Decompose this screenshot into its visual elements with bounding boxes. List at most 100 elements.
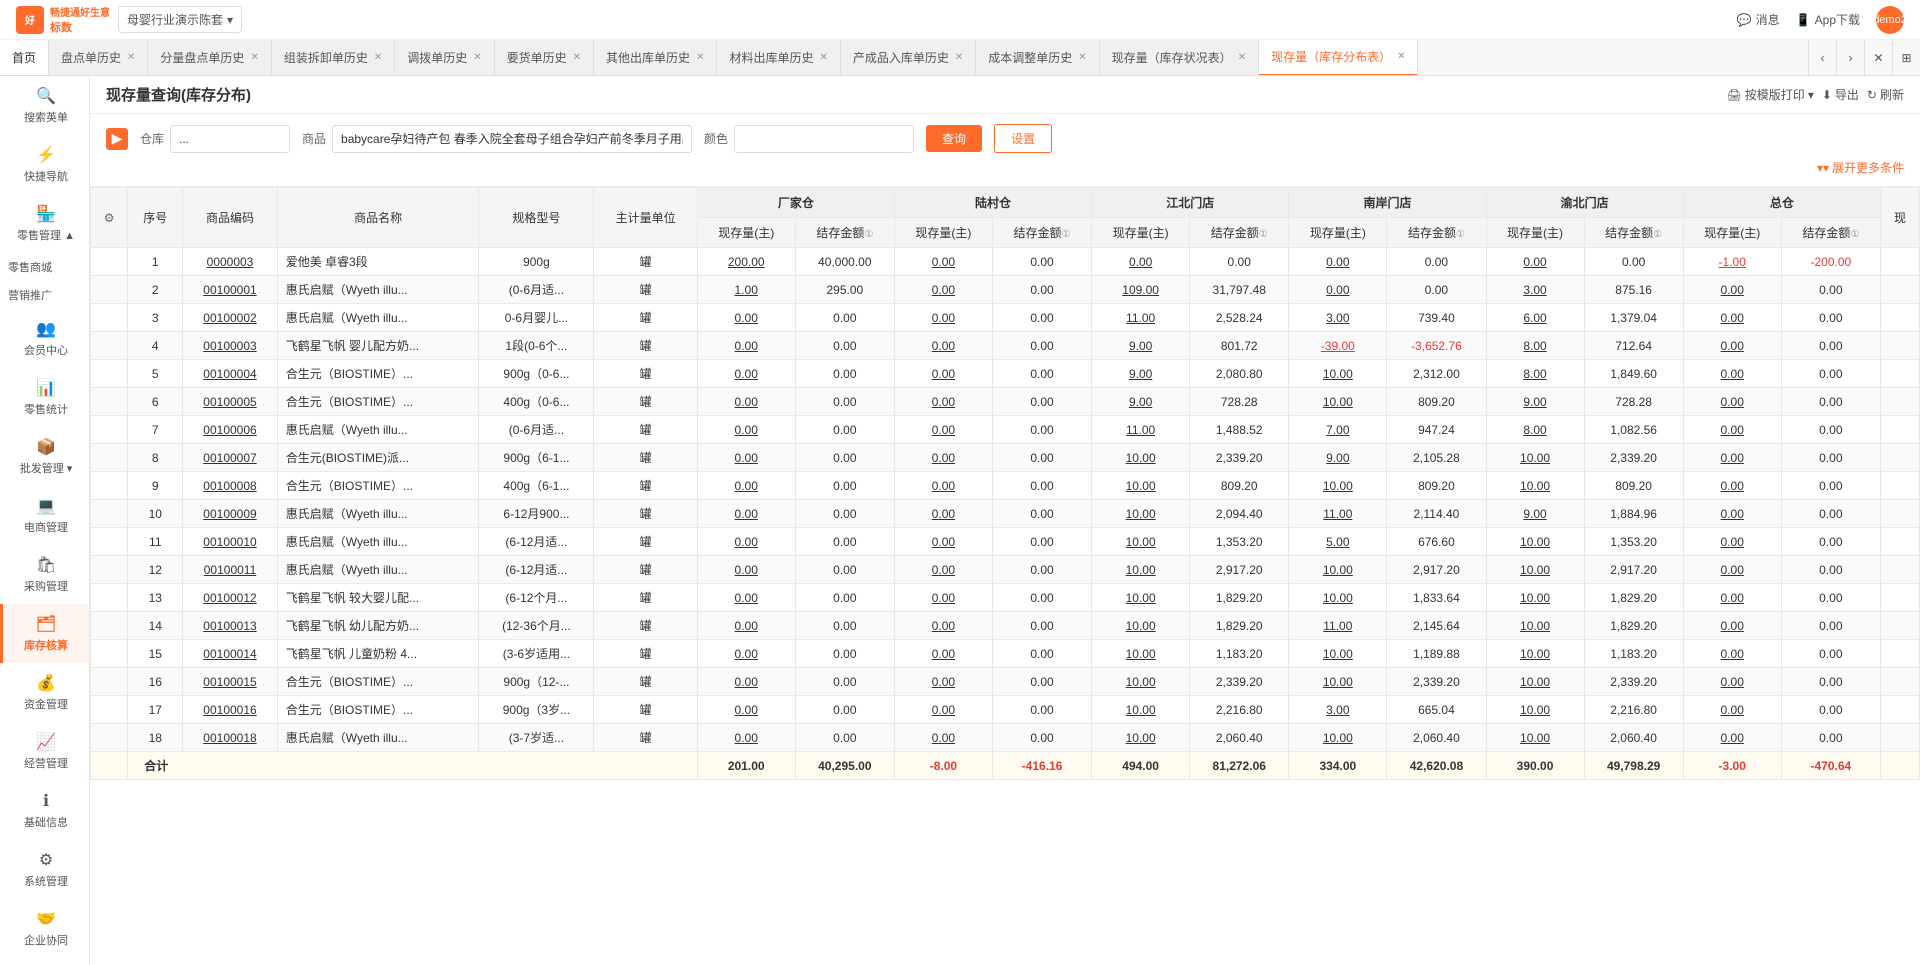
layout: 🔍 搜索英单 ⚡ 快捷导航 🏪 零售管理 ▲ 零售商城 营销推广 👥 会员中心 …: [0, 76, 1920, 965]
td-no: 3: [128, 304, 183, 332]
sidebar-item-wholesale[interactable]: 📦 批发管理 ▾: [0, 427, 89, 486]
td-name: 惠氏启赋（Wyeth illu...: [277, 276, 479, 304]
td-current: [1880, 388, 1919, 416]
td-check: [91, 276, 128, 304]
close-icon[interactable]: ✕: [250, 52, 258, 63]
td-na-qty: 0.00: [1289, 276, 1387, 304]
info-icon[interactable]: ①: [1850, 229, 1859, 240]
sidebar-item-nav[interactable]: ⚡ 快捷导航: [0, 135, 89, 194]
close-icon[interactable]: ✕: [473, 52, 481, 63]
close-icon[interactable]: ✕: [374, 52, 382, 63]
sidebar-item-collab[interactable]: 🤝 企业协同: [0, 899, 89, 958]
td-na-amt: 2,060.40: [1387, 724, 1486, 752]
td-na-amt: 739.40: [1387, 304, 1486, 332]
tab-diaob[interactable]: 调拨单历史 ✕: [395, 40, 494, 76]
tab-zuhe[interactable]: 组装拆卸单历史 ✕: [272, 40, 395, 76]
sidebar-item-purchase[interactable]: 🛍 采购管理: [0, 545, 89, 604]
td-na-qty: 5.00: [1289, 528, 1387, 556]
tab-xiancun-status[interactable]: 现存量（库存状况表）✕: [1100, 40, 1259, 76]
tab-xiancun-dist[interactable]: 现存量（库存分布表）✕: [1259, 40, 1418, 76]
message-btn[interactable]: 💬 消息: [1737, 11, 1780, 28]
info-icon[interactable]: ①: [1456, 229, 1465, 240]
tab-fenliang[interactable]: 分量盘点单历史 ✕: [148, 40, 271, 76]
close-icon[interactable]: ✕: [1078, 52, 1086, 63]
td-yb-amt: 2,216.80: [1584, 696, 1683, 724]
close-icon[interactable]: ✕: [955, 52, 963, 63]
info-icon[interactable]: ①: [1653, 229, 1662, 240]
sidebar-item-retail-stat[interactable]: 📊 零售统计: [0, 368, 89, 427]
td-yb-qty: 0.00: [1486, 248, 1584, 276]
close-icon[interactable]: ✕: [696, 52, 704, 63]
info-icon[interactable]: ①: [1259, 229, 1268, 240]
avatar[interactable]: demo2: [1876, 6, 1904, 34]
settings-icon[interactable]: ⚙: [104, 211, 115, 225]
print-btn[interactable]: 🖨 按模版打印 ▾: [1727, 86, 1814, 103]
td-unit: 罐: [594, 472, 697, 500]
close-icon[interactable]: ✕: [819, 52, 827, 63]
sidebar-item-retail-mall[interactable]: 零售商城: [0, 253, 89, 281]
td-spec: 1段(0-6个...: [479, 332, 594, 360]
tab-cailiao[interactable]: 材料出库单历史 ✕: [717, 40, 840, 76]
td-jb-qty: 10.00: [1092, 584, 1190, 612]
th-zongcang: 总仓: [1683, 188, 1880, 218]
tab-chancheng[interactable]: 产成品入库单历史 ✕: [841, 40, 976, 76]
sidebar-item-guide[interactable]: 🧭 新手引导: [0, 958, 89, 965]
th-yb-qty: 现存量(主): [1486, 218, 1584, 248]
info-icon[interactable]: ①: [1062, 229, 1071, 240]
tab-next-btn[interactable]: ›: [1836, 40, 1864, 76]
sidebar-item-retail-mgmt[interactable]: 🏪 零售管理 ▲: [0, 194, 89, 253]
sidebar-item-system[interactable]: ⚙ 系统管理: [0, 840, 89, 899]
td-no: 16: [128, 668, 183, 696]
tab-close-all-btn[interactable]: ✕: [1864, 40, 1892, 76]
tab-yaohuo[interactable]: 要货单历史 ✕: [495, 40, 594, 76]
td-current: [1880, 332, 1919, 360]
search-button[interactable]: 查询: [926, 125, 982, 152]
app-download-btn[interactable]: 📱 App下载: [1796, 11, 1860, 28]
goods-input[interactable]: [332, 125, 692, 153]
table-container[interactable]: ⚙ 序号 商品编码 商品名称 规格型号 主计量单位 厂家仓 陆村仓 江北门店 南…: [90, 187, 1920, 965]
th-na-amt: 结存金额①: [1387, 218, 1486, 248]
industry-selector[interactable]: 母婴行业演示陈套 ▾: [118, 6, 242, 33]
sidebar-item-operations[interactable]: 📈 经营管理: [0, 722, 89, 781]
td-zc-amt: 0.00: [1781, 724, 1880, 752]
close-icon[interactable]: ✕: [573, 52, 581, 63]
export-btn[interactable]: ⬇ 导出: [1822, 86, 1859, 103]
sidebar-item-inventory[interactable]: 🗂 库存核算: [0, 604, 89, 663]
nav-icon: ⚡: [36, 145, 56, 165]
expand-btn[interactable]: ▾▾ 展开更多条件: [1817, 159, 1904, 176]
refresh-btn[interactable]: ↻ 刷新: [1867, 86, 1904, 103]
info-icon[interactable]: ①: [864, 229, 873, 240]
sidebar-item-finance[interactable]: 💰 资金管理: [0, 663, 89, 722]
td-lc-amt: 0.00: [992, 472, 1091, 500]
td-jb-qty: 9.00: [1092, 332, 1190, 360]
td-zc-amt: 0.00: [1781, 584, 1880, 612]
color-input[interactable]: [734, 125, 914, 153]
sidebar-item-marketing[interactable]: 营销推广: [0, 281, 89, 309]
sidebar-item-ecommerce[interactable]: 💻 电商管理: [0, 486, 89, 545]
sidebar-item-basic-info[interactable]: ℹ 基础信息: [0, 781, 89, 840]
close-icon[interactable]: ✕: [1238, 52, 1246, 63]
setting-button[interactable]: 设置: [994, 124, 1052, 153]
tab-pandian[interactable]: 盘点单历史 ✕: [49, 40, 148, 76]
td-na-amt: 0.00: [1387, 248, 1486, 276]
close-icon[interactable]: ✕: [1397, 51, 1405, 62]
td-na-qty: 10.00: [1289, 360, 1387, 388]
td-zc-qty: 0.00: [1683, 472, 1781, 500]
td-current: [1880, 248, 1919, 276]
close-icon[interactable]: ✕: [127, 52, 135, 63]
tab-qita[interactable]: 其他出库单历史 ✕: [594, 40, 717, 76]
tab-prev-btn[interactable]: ‹: [1808, 40, 1836, 76]
sidebar-item-members[interactable]: 👥 会员中心: [0, 309, 89, 368]
td-name: 合生元（BIOSTIME）...: [277, 472, 479, 500]
td-cj-qty: 0.00: [697, 724, 795, 752]
td-yb-amt: 1,829.20: [1584, 584, 1683, 612]
tab-chengben[interactable]: 成本调整单历史 ✕: [976, 40, 1099, 76]
filter-toggle-btn[interactable]: ▶: [106, 128, 128, 150]
tab-expand-btn[interactable]: ⊞: [1892, 40, 1920, 76]
th-settings[interactable]: ⚙: [91, 188, 128, 248]
td-name: 惠氏启赋（Wyeth illu...: [277, 556, 479, 584]
warehouse-input[interactable]: [170, 125, 290, 153]
table-row: 12 00100011 惠氏启赋（Wyeth illu... (6-12月适..…: [91, 556, 1920, 584]
tab-home[interactable]: 首页: [0, 40, 49, 76]
sidebar-item-search[interactable]: 🔍 搜索英单: [0, 76, 89, 135]
